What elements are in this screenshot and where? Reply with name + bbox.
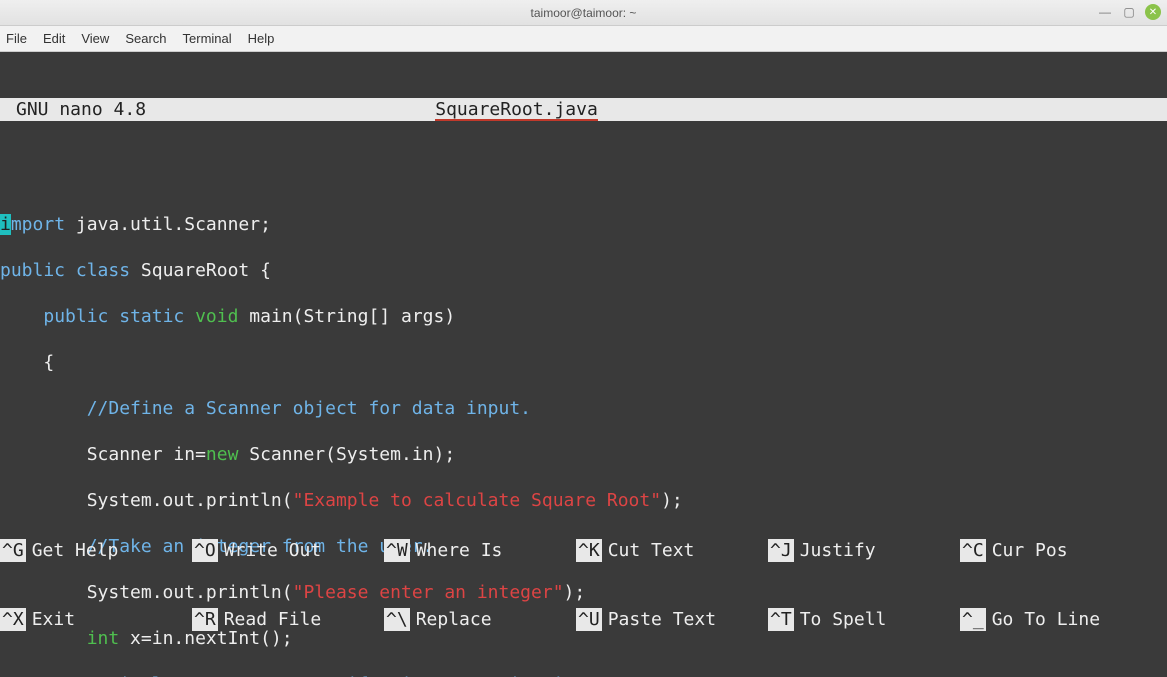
- window: taimoor@taimoor: ~ ― ▢ ✕ File Edit View …: [0, 0, 1167, 677]
- minimize-button[interactable]: ―: [1097, 4, 1113, 20]
- nano-app: GNU nano 4.8: [16, 98, 146, 121]
- nano-shortcut-bar: ^GGet Help ^OWrite Out ^WWhere Is ^KCut …: [0, 493, 1167, 677]
- terminal[interactable]: GNU nano 4.8 SquareRoot.java import java…: [0, 52, 1167, 677]
- shortcut-read-file[interactable]: ^RRead File: [192, 608, 384, 631]
- shortcut-replace[interactable]: ^\Replace: [384, 608, 576, 631]
- menu-search[interactable]: Search: [125, 31, 166, 46]
- nano-filename: SquareRoot.java: [435, 98, 598, 121]
- shortcut-write-out[interactable]: ^OWrite Out: [192, 539, 384, 562]
- nano-header: GNU nano 4.8 SquareRoot.java: [0, 98, 1167, 121]
- shortcut-cut-text[interactable]: ^KCut Text: [576, 539, 768, 562]
- menu-view[interactable]: View: [81, 31, 109, 46]
- menubar: File Edit View Search Terminal Help: [0, 26, 1167, 52]
- cursor: i: [0, 214, 11, 235]
- shortcut-to-spell[interactable]: ^TTo Spell: [768, 608, 960, 631]
- menu-help[interactable]: Help: [248, 31, 275, 46]
- window-controls: ― ▢ ✕: [1097, 4, 1161, 20]
- shortcut-exit[interactable]: ^XExit: [0, 608, 192, 631]
- titlebar: taimoor@taimoor: ~ ― ▢ ✕: [0, 0, 1167, 26]
- shortcut-get-help[interactable]: ^GGet Help: [0, 539, 192, 562]
- shortcut-paste-text[interactable]: ^UPaste Text: [576, 608, 768, 631]
- close-button[interactable]: ✕: [1145, 4, 1161, 20]
- window-title: taimoor@taimoor: ~: [531, 6, 637, 20]
- menu-edit[interactable]: Edit: [43, 31, 65, 46]
- maximize-button[interactable]: ▢: [1121, 4, 1137, 20]
- shortcut-go-to-line[interactable]: ^_Go To Line: [960, 608, 1152, 631]
- shortcut-justify[interactable]: ^JJustify: [768, 539, 960, 562]
- shortcut-cur-pos[interactable]: ^CCur Pos: [960, 539, 1152, 562]
- menu-terminal[interactable]: Terminal: [183, 31, 232, 46]
- menu-file[interactable]: File: [6, 31, 27, 46]
- shortcut-where-is[interactable]: ^WWhere Is: [384, 539, 576, 562]
